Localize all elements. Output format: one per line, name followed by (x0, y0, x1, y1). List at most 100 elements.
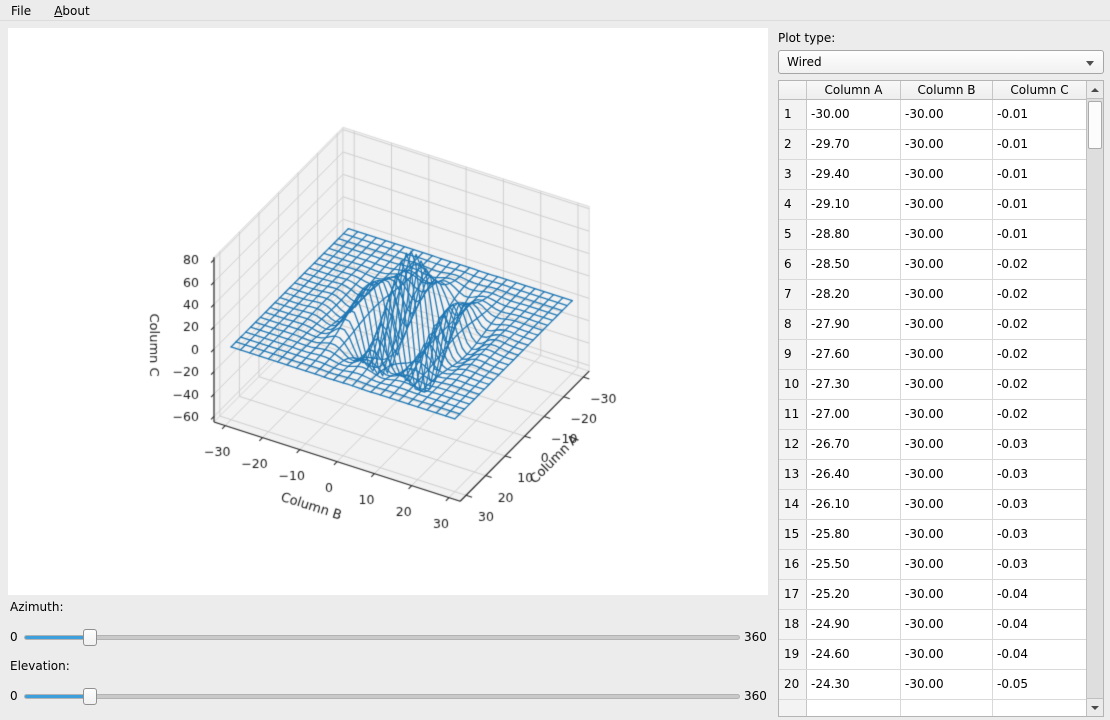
table-cell-c[interactable]: -0.02 (993, 370, 1086, 399)
row-number-cell[interactable]: 15 (779, 520, 807, 549)
table-cell-b[interactable]: -30.00 (901, 490, 993, 519)
table-cell-a[interactable]: -24.60 (807, 640, 901, 669)
row-number-cell[interactable]: 2 (779, 130, 807, 159)
table-cell-a[interactable]: -26.40 (807, 460, 901, 489)
table-cell-a[interactable]: -27.30 (807, 370, 901, 399)
table-cell-c[interactable]: -0.03 (993, 520, 1086, 549)
table-cell-a[interactable]: -29.40 (807, 160, 901, 189)
row-number-cell[interactable]: 14 (779, 490, 807, 519)
row-number-cell[interactable]: 19 (779, 640, 807, 669)
table-cell-a[interactable]: -26.70 (807, 430, 901, 459)
scroll-up-button[interactable] (1087, 81, 1103, 99)
table-cell-b[interactable]: -30.00 (901, 400, 993, 429)
table-cell-c[interactable]: -0.04 (993, 610, 1086, 639)
table-cell-b[interactable]: -30.00 (901, 610, 993, 639)
row-number-cell[interactable]: 12 (779, 430, 807, 459)
row-number-cell[interactable]: 18 (779, 610, 807, 639)
table-cell-a[interactable]: -28.80 (807, 220, 901, 249)
table-cell-a[interactable]: -29.10 (807, 190, 901, 219)
table-cell-a[interactable]: -27.00 (807, 400, 901, 429)
table-cell-a[interactable]: -30.00 (807, 100, 901, 129)
table-cell-c[interactable]: -0.02 (993, 310, 1086, 339)
row-number-cell[interactable]: 16 (779, 550, 807, 579)
row-number-cell[interactable]: 17 (779, 580, 807, 609)
elevation-slider-handle[interactable] (83, 688, 97, 705)
table-cell-c[interactable]: -0.03 (993, 430, 1086, 459)
table-cell-b[interactable]: -30.00 (901, 550, 993, 579)
row-number-cell[interactable]: 3 (779, 160, 807, 189)
plot-type-combobox[interactable]: Wired (778, 50, 1104, 74)
table-cell-a[interactable]: -28.20 (807, 280, 901, 309)
table-cell-a[interactable]: -25.80 (807, 520, 901, 549)
table-cell-a[interactable]: -26.10 (807, 490, 901, 519)
row-number-cell[interactable] (779, 700, 807, 716)
scroll-down-button[interactable] (1087, 698, 1103, 716)
table-cell-b[interactable]: -30.00 (901, 340, 993, 369)
table-cell-b[interactable]: -30.00 (901, 220, 993, 249)
table-cell-b[interactable]: -30.00 (901, 160, 993, 189)
table-cell-b[interactable]: -30.00 (901, 100, 993, 129)
row-number-cell[interactable]: 8 (779, 310, 807, 339)
table-cell-a[interactable]: -28.50 (807, 250, 901, 279)
table-cell-c[interactable]: -0.03 (993, 490, 1086, 519)
table-cell-c[interactable]: -0.02 (993, 400, 1086, 429)
table-cell-b[interactable]: -30.00 (901, 460, 993, 489)
column-header-b[interactable]: Column B (901, 81, 993, 99)
table-cell-a[interactable]: -27.90 (807, 310, 901, 339)
table-cell-b[interactable] (901, 700, 993, 716)
table-cell-c[interactable]: -0.01 (993, 190, 1086, 219)
table-cell-c[interactable]: -0.01 (993, 220, 1086, 249)
table-cell-c[interactable]: -0.01 (993, 160, 1086, 189)
table-cell-c[interactable] (993, 700, 1086, 716)
table-cell-c[interactable]: -0.02 (993, 340, 1086, 369)
elevation-slider-track[interactable] (24, 694, 740, 699)
row-number-cell[interactable]: 1 (779, 100, 807, 129)
table-cell-b[interactable]: -30.00 (901, 430, 993, 459)
table-cell-b[interactable]: -30.00 (901, 250, 993, 279)
table-cell-a[interactable] (807, 700, 901, 716)
scrollbar-thumb[interactable] (1088, 101, 1102, 149)
table-cell-b[interactable]: -30.00 (901, 580, 993, 609)
menu-item-about[interactable]: About (45, 1, 99, 21)
table-cell-c[interactable]: -0.02 (993, 250, 1086, 279)
table-cell-a[interactable]: -24.30 (807, 670, 901, 699)
table-cell-a[interactable]: -25.50 (807, 550, 901, 579)
menu-item-file[interactable]: File (2, 1, 40, 21)
plot-canvas[interactable] (8, 28, 768, 595)
table-cell-b[interactable]: -30.00 (901, 520, 993, 549)
table-cell-a[interactable]: -27.60 (807, 340, 901, 369)
table-cell-a[interactable]: -25.20 (807, 580, 901, 609)
azimuth-slider-track[interactable] (24, 635, 740, 640)
row-number-cell[interactable]: 7 (779, 280, 807, 309)
table-corner-cell[interactable] (779, 81, 807, 99)
table-cell-c[interactable]: -0.01 (993, 100, 1086, 129)
table-cell-b[interactable]: -30.00 (901, 670, 993, 699)
row-number-cell[interactable]: 4 (779, 190, 807, 219)
table-cell-a[interactable]: -29.70 (807, 130, 901, 159)
table-cell-b[interactable]: -30.00 (901, 310, 993, 339)
table-cell-b[interactable]: -30.00 (901, 280, 993, 309)
row-number-cell[interactable]: 6 (779, 250, 807, 279)
table-cell-c[interactable]: -0.04 (993, 580, 1086, 609)
table-cell-b[interactable]: -30.00 (901, 190, 993, 219)
table-cell-a[interactable]: -24.90 (807, 610, 901, 639)
row-number-cell[interactable]: 5 (779, 220, 807, 249)
table-cell-b[interactable]: -30.00 (901, 370, 993, 399)
column-header-a[interactable]: Column A (807, 81, 901, 99)
azimuth-slider-handle[interactable] (83, 629, 97, 646)
table-cell-c[interactable]: -0.04 (993, 640, 1086, 669)
table-cell-c[interactable]: -0.01 (993, 130, 1086, 159)
row-number-cell[interactable]: 9 (779, 340, 807, 369)
table-cell-c[interactable]: -0.03 (993, 550, 1086, 579)
row-number-cell[interactable]: 10 (779, 370, 807, 399)
column-header-c[interactable]: Column C (993, 81, 1086, 99)
table-cell-c[interactable]: -0.03 (993, 460, 1086, 489)
table-cell-b[interactable]: -30.00 (901, 130, 993, 159)
row-number-cell[interactable]: 20 (779, 670, 807, 699)
table-cell-c[interactable]: -0.05 (993, 670, 1086, 699)
vertical-scrollbar[interactable] (1086, 81, 1103, 716)
table-cell-b[interactable]: -30.00 (901, 640, 993, 669)
row-number-cell[interactable]: 11 (779, 400, 807, 429)
table-cell-c[interactable]: -0.02 (993, 280, 1086, 309)
row-number-cell[interactable]: 13 (779, 460, 807, 489)
